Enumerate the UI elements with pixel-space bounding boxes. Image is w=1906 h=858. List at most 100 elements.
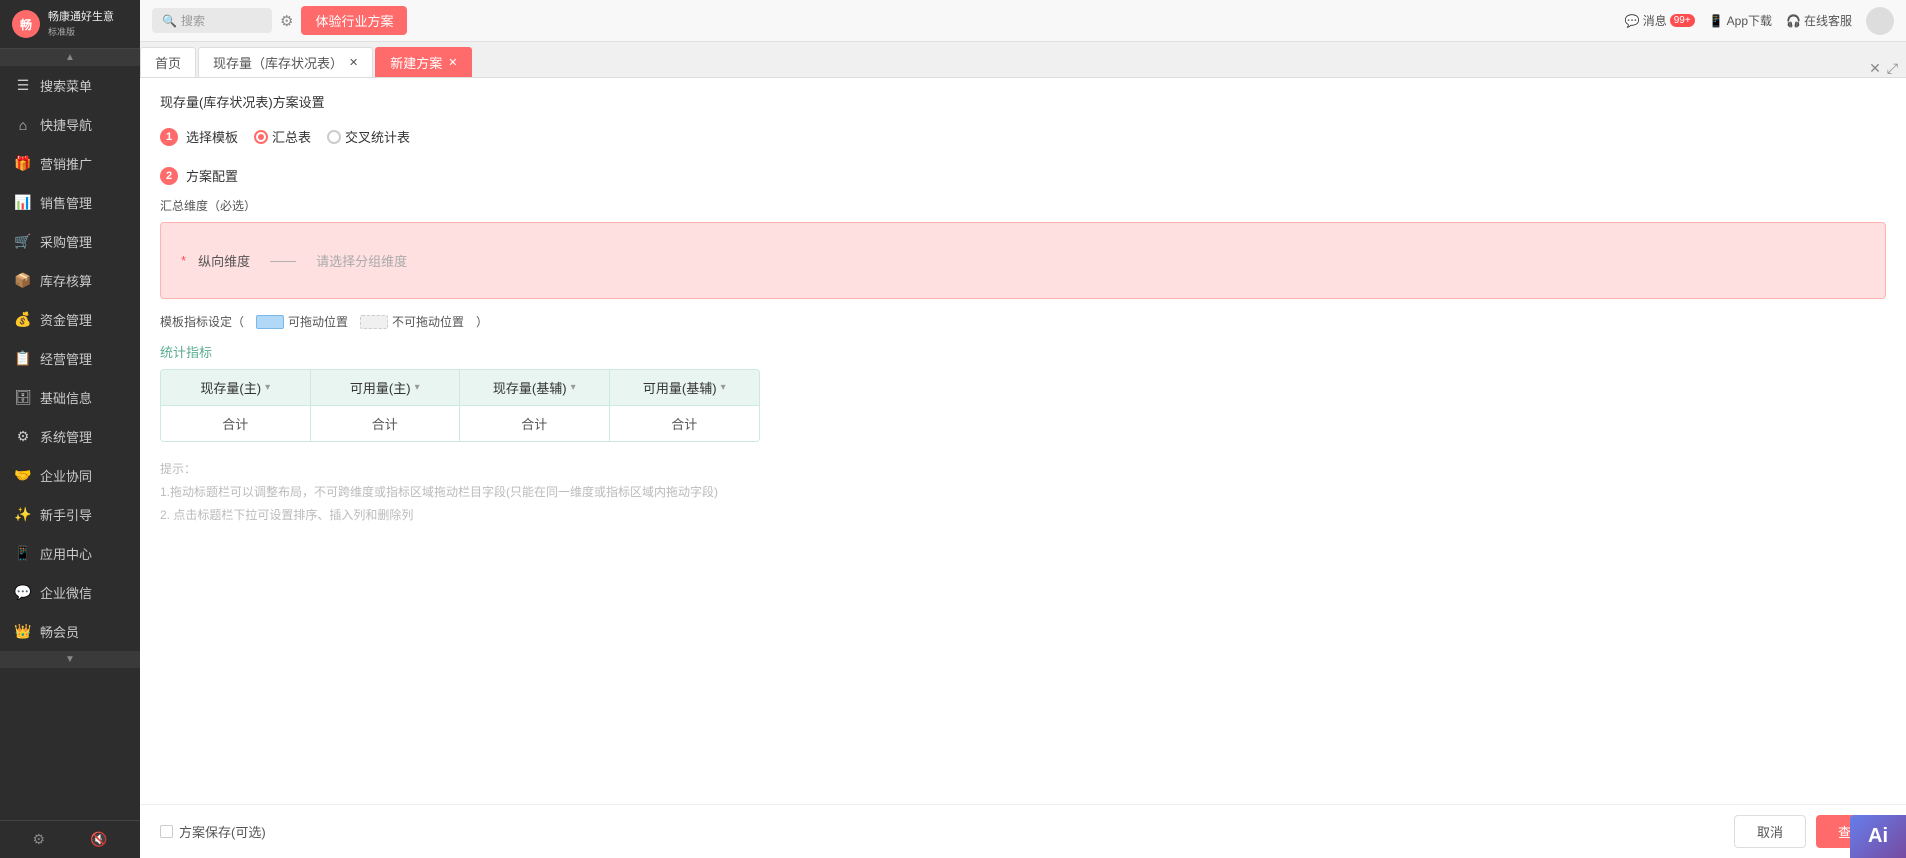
sidebar-item-finance[interactable]: 💰 资金管理 <box>0 300 140 339</box>
sidebar-item-newbie[interactable]: ✨ 新手引导 <box>0 495 140 534</box>
indicator-settings: 模板指标设定（ 可拖动位置 不可拖动位置 ） <box>160 313 1886 330</box>
cell-0-1: 合计 <box>311 406 461 441</box>
sidebar-item-label: 销售管理 <box>40 193 92 212</box>
gift-icon: 🎁 <box>14 155 32 172</box>
col-3-label: 可用量(基辅) <box>643 378 717 397</box>
sidebar-item-basic-info[interactable]: 🗄 基础信息 <box>0 378 140 417</box>
sidebar-item-label: 库存核算 <box>40 271 92 290</box>
section-choose-template: 1 选择模板 汇总表 交叉统计表 <box>160 127 1886 146</box>
col-3-dropdown[interactable]: ▾ <box>721 382 726 393</box>
sidebar-item-wechat[interactable]: 💬 企业微信 <box>0 573 140 612</box>
sidebar-item-app-center[interactable]: 📱 应用中心 <box>0 534 140 573</box>
save-option[interactable]: 方案保存(可选) <box>160 822 266 841</box>
col-header-2: 现存量(基辅) ▾ <box>460 370 610 405</box>
sidebar-item-sales[interactable]: 📊 销售管理 <box>0 183 140 222</box>
online-service-btn[interactable]: 🎧 在线客服 <box>1786 12 1852 29</box>
tab-inventory-status[interactable]: 现存量（库存状况表） ✕ <box>198 47 373 77</box>
settings-icon[interactable]: ⚙ <box>33 831 46 848</box>
sidebar-item-label: 新手引导 <box>40 505 92 524</box>
col-header-3: 可用量(基辅) ▾ <box>610 370 760 405</box>
close-icon[interactable]: ✕ <box>1869 60 1881 77</box>
dimension-box[interactable]: * 纵向维度 —— 请选择分组维度 <box>160 222 1886 299</box>
radio-cross-label: 交叉统计表 <box>345 127 410 146</box>
expand-icon[interactable]: ⤢ <box>1887 60 1898 77</box>
section2-label: 方案配置 <box>186 166 238 185</box>
app-name: 畅康通好生意 <box>48 10 114 24</box>
box-icon: 📦 <box>14 272 32 289</box>
crown-icon: 👑 <box>14 623 32 640</box>
cell-0-0: 合计 <box>161 406 311 441</box>
col-2-dropdown[interactable]: ▾ <box>571 382 576 393</box>
dim-placeholder: 请选择分组维度 <box>316 251 407 270</box>
indicator-settings-label: 模板指标设定（ <box>160 313 244 330</box>
main-area: 🔍 搜索 ⚙ 体验行业方案 💬 消息 99+ 📱 App下载 🎧 在线客服 <box>140 0 1906 858</box>
dim-vertical-label: 纵向维度 <box>198 251 250 270</box>
sidebar-item-enterprise[interactable]: 🤝 企业协同 <box>0 456 140 495</box>
app-logo: 畅 畅康通好生意 标准版 <box>0 0 140 49</box>
sidebar-item-label: 采购管理 <box>40 232 92 251</box>
radio-cross[interactable]: 交叉统计表 <box>327 127 410 146</box>
app-download-btn[interactable]: 📱 App下载 <box>1709 12 1772 29</box>
cell-0-2: 合计 <box>460 406 610 441</box>
sidebar-item-label: 搜索菜单 <box>40 76 92 95</box>
handshake-icon: 🤝 <box>14 467 32 484</box>
col-2-label: 现存量(基辅) <box>493 378 567 397</box>
dim-dash: —— <box>270 253 296 268</box>
sidebar-item-label: 应用中心 <box>40 544 92 563</box>
section1-num: 1 <box>160 128 178 146</box>
tabbar: 首页 现存量（库存状况表） ✕ 新建方案 ✕ ✕ ⤢ <box>140 42 1906 78</box>
page-title: 现存量(库存状况表)方案设置 <box>160 92 1886 111</box>
sidebar-item-label: 营销推广 <box>40 154 92 173</box>
sidebar-item-member[interactable]: 👑 畅会员 <box>0 612 140 651</box>
sound-icon[interactable]: 🔇 <box>90 831 107 848</box>
sidebar-scroll-up[interactable]: ▲ <box>0 49 140 66</box>
col-0-label: 现存量(主) <box>200 378 261 397</box>
sidebar-item-label: 企业协同 <box>40 466 92 485</box>
sidebar-item-marketing[interactable]: 🎁 营销推广 <box>0 144 140 183</box>
radio-cross-circle <box>327 130 341 144</box>
phone-icon: 📱 <box>14 545 32 562</box>
sidebar-item-inventory[interactable]: 📦 库存核算 <box>0 261 140 300</box>
tab-home[interactable]: 首页 <box>140 47 196 77</box>
stats-table-header: 现存量(主) ▾ 可用量(主) ▾ 现存量(基辅) ▾ 可用量(基辅) ▾ <box>161 370 759 406</box>
col-1-label: 可用量(主) <box>350 378 411 397</box>
tips: 提示： 1.拖动标题栏可以调整布局，不可跨维度或指标区域拖动栏目字段(只能在同一… <box>160 458 1886 526</box>
sidebar-item-system[interactable]: ⚙ 系统管理 <box>0 417 140 456</box>
database-icon: 🗄 <box>14 389 32 406</box>
messages-label: 消息 <box>1643 12 1667 29</box>
messages-btn[interactable]: 💬 消息 99+ <box>1625 12 1695 29</box>
clipboard-icon: 📋 <box>14 350 32 367</box>
ai-badge[interactable]: Ai <box>1850 815 1906 858</box>
sidebar-item-label: 经营管理 <box>40 349 92 368</box>
sidebar-item-label: 企业微信 <box>40 583 92 602</box>
tab-new-plan-close-icon[interactable]: ✕ <box>448 56 457 69</box>
col-0-dropdown[interactable]: ▾ <box>265 382 270 393</box>
star-icon: ✨ <box>14 506 32 523</box>
col-header-0: 现存量(主) ▾ <box>161 370 311 405</box>
tip-item-0: 1.拖动标题栏可以调整布局，不可跨维度或指标区域拖动栏目字段(只能在同一维度或指… <box>160 481 1886 504</box>
sidebar-item-quick-nav[interactable]: ⌂ 快捷导航 <box>0 105 140 144</box>
save-option-label: 方案保存(可选) <box>179 822 266 841</box>
trial-btn[interactable]: 体验行业方案 <box>301 6 407 35</box>
search-box[interactable]: 🔍 搜索 <box>152 8 272 33</box>
sidebar-item-operations[interactable]: 📋 经营管理 <box>0 339 140 378</box>
tab-new-plan[interactable]: 新建方案 ✕ <box>375 47 472 77</box>
content-area: 现存量(库存状况表)方案设置 1 选择模板 汇总表 交叉统计表 <box>140 78 1906 804</box>
sidebar-item-label: 基础信息 <box>40 388 92 407</box>
sidebar-scroll-down[interactable]: ▼ <box>0 651 140 668</box>
indicator-settings-suffix: ） <box>476 313 488 330</box>
col-1-dropdown[interactable]: ▾ <box>415 382 420 393</box>
phone-download-icon: 📱 <box>1709 14 1724 28</box>
sidebar-item-label: 畅会员 <box>40 622 79 641</box>
topbar-gear-icon[interactable]: ⚙ <box>280 12 293 30</box>
cancel-button[interactable]: 取消 <box>1734 815 1806 848</box>
tab-inventory-close-icon[interactable]: ✕ <box>349 56 358 69</box>
avatar[interactable] <box>1866 7 1894 35</box>
save-checkbox[interactable] <box>160 825 173 838</box>
sidebar-item-search-menu[interactable]: ☰ 搜索菜单 <box>0 66 140 105</box>
required-star: * <box>181 253 186 268</box>
sidebar-item-purchase[interactable]: 🛒 采购管理 <box>0 222 140 261</box>
online-service-label: 在线客服 <box>1804 12 1852 29</box>
chat-icon: 💬 <box>14 584 32 601</box>
radio-summary[interactable]: 汇总表 <box>254 127 311 146</box>
